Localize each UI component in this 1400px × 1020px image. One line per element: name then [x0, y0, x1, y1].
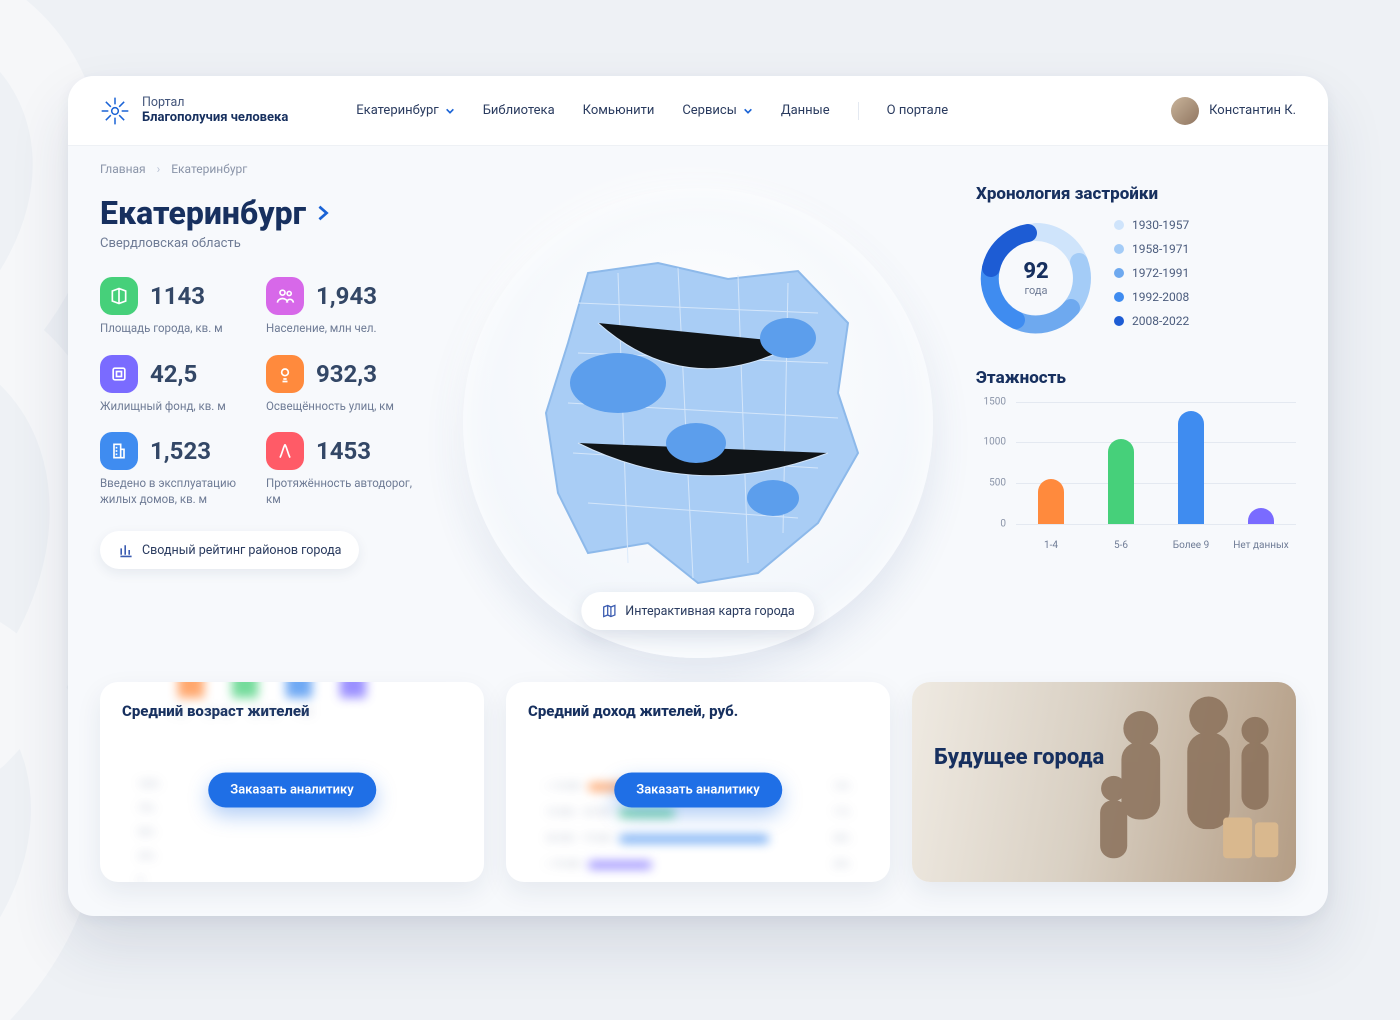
metric-lighting[interactable]: 932,3 Освещённость улиц, км: [266, 355, 420, 415]
floors-bar-3: [1178, 411, 1204, 524]
bottom-cards: Средний возраст жителей 100% 75% 50% 25%…: [68, 682, 1328, 914]
metric-roads[interactable]: 1453 Протяжённость автодорог, км: [266, 432, 420, 507]
city-map[interactable]: [518, 243, 878, 603]
order-analytics-button[interactable]: Заказать аналитику: [208, 773, 376, 808]
city-title-row[interactable]: Екатеринбург: [100, 194, 420, 232]
city-map-circle: Интерактивная карта города: [463, 188, 933, 658]
brand[interactable]: Портал Благополучия человека: [100, 95, 288, 127]
avatar: [1171, 97, 1199, 125]
card-age: Средний возраст жителей 100% 75% 50% 25%…: [100, 682, 484, 882]
nav-item-services[interactable]: Сервисы: [682, 103, 753, 118]
nav-divider: [858, 102, 859, 120]
roads-icon: [266, 432, 304, 470]
floors-bar-1: [1038, 479, 1064, 524]
nav-item-city[interactable]: Екатеринбург: [356, 103, 454, 118]
user-menu[interactable]: Константин К.: [1171, 97, 1296, 125]
nav: Екатеринбург Библиотека Комьюнити Сервис…: [356, 102, 948, 120]
header: Портал Благополучия человека Екатеринбур…: [68, 76, 1328, 146]
donut-unit: года: [1024, 284, 1047, 297]
chronology-legend: 1930-1957 1958-1971 1972-1991 1992-2008 …: [1114, 218, 1189, 328]
brand-line2: Благополучия человека: [142, 110, 288, 125]
nav-item-about[interactable]: О портале: [887, 103, 949, 118]
metric-housing[interactable]: 42,5 Жилищный фонд, кв. м: [100, 355, 254, 415]
card-future[interactable]: Будущее города: [912, 682, 1296, 882]
breadcrumb: Главная › Екатеринбург: [68, 146, 1328, 176]
chronology-title: Хронология застройки: [976, 184, 1296, 204]
floors-bar-4: [1248, 508, 1274, 524]
breadcrumb-home[interactable]: Главная: [100, 162, 146, 176]
center-column: Интерактивная карта города: [444, 184, 952, 658]
legend-item[interactable]: 1930-1957: [1114, 218, 1189, 232]
metrics-grid: 1143 Площадь города, кв. м 1,943 Населен…: [100, 277, 420, 507]
chevron-down-icon: [743, 106, 753, 116]
nav-item-data[interactable]: Данные: [781, 103, 830, 118]
legend-item[interactable]: 1958-1971: [1114, 242, 1189, 256]
housing-icon: [100, 355, 138, 393]
floors-section: Этажность 1500 1000 500 0: [976, 368, 1296, 552]
floors-bar-2: [1108, 439, 1134, 524]
card-income-title: Средний доход жителей, руб.: [528, 702, 868, 720]
chevron-right-icon: [314, 204, 332, 222]
building-icon: [100, 432, 138, 470]
metric-commissioned[interactable]: 1,523 Введено в эксплуатацию жилых домов…: [100, 432, 254, 507]
chronology-donut[interactable]: 92 года: [976, 218, 1096, 338]
legend-item[interactable]: 2008-2022: [1114, 314, 1189, 328]
metric-area[interactable]: 1143 Площадь города, кв. м: [100, 277, 254, 337]
metric-population[interactable]: 1,943 Население, млн чел.: [266, 277, 420, 337]
interactive-map-button[interactable]: Интерактивная карта города: [581, 592, 814, 630]
rating-button[interactable]: Сводный рейтинг районов города: [100, 531, 359, 569]
floors-title: Этажность: [976, 368, 1296, 388]
area-icon: [100, 277, 138, 315]
people-icon: [266, 277, 304, 315]
chevron-down-icon: [445, 106, 455, 116]
light-icon: [266, 355, 304, 393]
card-future-title: Будущее города: [934, 744, 1104, 772]
floors-chart[interactable]: 1500 1000 500 0: [976, 402, 1296, 552]
breadcrumb-current: Екатеринбург: [171, 162, 247, 176]
legend-item[interactable]: 1972-1991: [1114, 266, 1189, 280]
user-name: Константин К.: [1209, 103, 1296, 118]
brand-line1: Портал: [142, 95, 288, 111]
app-window: Портал Благополучия человека Екатеринбур…: [68, 76, 1328, 916]
order-analytics-button[interactable]: Заказать аналитику: [614, 773, 782, 808]
card-income: Средний доход жителей, руб. < 15 00013% …: [506, 682, 890, 882]
left-column: Екатеринбург Свердловская область 1143 П…: [100, 184, 420, 658]
legend-item[interactable]: 1992-2008: [1114, 290, 1189, 304]
main-content: Екатеринбург Свердловская область 1143 П…: [68, 176, 1328, 682]
family-illustration: [1073, 682, 1296, 876]
nav-item-library[interactable]: Библиотека: [483, 103, 555, 118]
page-subtitle: Свердловская область: [100, 236, 420, 251]
map-icon: [601, 603, 617, 619]
donut-value: 92: [1023, 259, 1048, 284]
page-title: Екатеринбург: [100, 194, 306, 232]
right-column: Хронология застройки: [976, 184, 1296, 658]
bars-icon: [118, 542, 134, 558]
brand-icon: [100, 96, 130, 126]
nav-item-community[interactable]: Комьюнити: [583, 103, 655, 118]
